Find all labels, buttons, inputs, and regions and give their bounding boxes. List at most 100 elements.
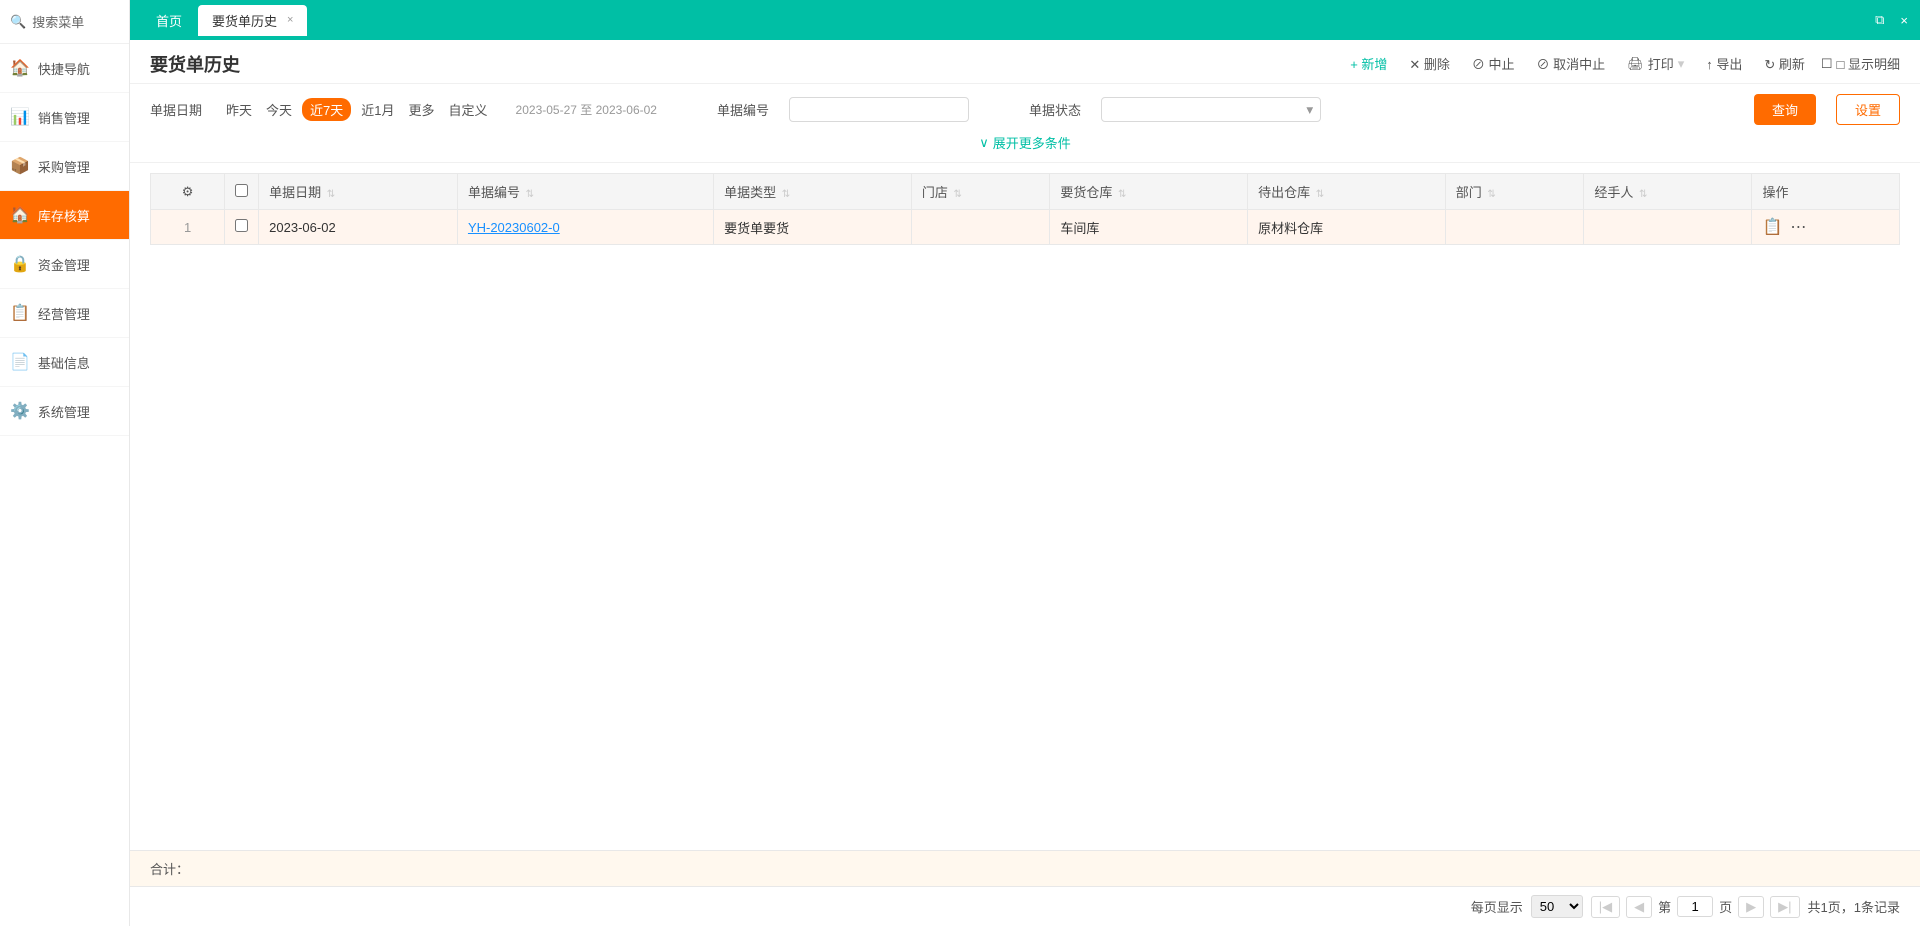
date-opt-custom[interactable]: 自定义 <box>445 98 492 121</box>
row-action: 📋 ⋯ <box>1752 210 1900 245</box>
date-opt-today[interactable]: 今天 <box>262 98 296 121</box>
th-date[interactable]: 单据日期 ⇅ <box>259 174 458 210</box>
delete-button[interactable]: ✕ 删除 <box>1403 50 1456 77</box>
first-page-button[interactable]: |◀ <box>1591 896 1620 918</box>
date-opt-7days[interactable]: 近7天 <box>302 98 351 121</box>
sidebar-item-label: 系统管理 <box>38 402 90 421</box>
date-filter-label: 单据日期 <box>150 100 202 119</box>
total-label: 合计： <box>150 862 189 877</box>
doc-icon: 📄 <box>10 352 30 372</box>
close-button[interactable]: × <box>1900 13 1908 28</box>
page-number-input[interactable] <box>1677 896 1713 917</box>
row-edit-icon[interactable]: 📋 <box>1762 217 1782 237</box>
inventory-icon: 🏠 <box>10 205 30 225</box>
date-options: 昨天 今天 近7天 近1月 更多 自定义 <box>222 98 492 121</box>
tab-history-label: 要货单历史 <box>212 11 277 30</box>
sidebar-item-system[interactable]: ⚙️ 系统管理 <box>0 387 129 436</box>
row-number: YH-20230602-0 <box>457 210 713 245</box>
table-container: ⚙ 单据日期 ⇅ 单据编号 ⇅ 单据类型 ⇅ 门店 ⇅ 要货仓库 ⇅ 待出仓库 … <box>130 163 1920 850</box>
settings-button[interactable]: 设置 <box>1836 94 1900 125</box>
sidebar-item-quick-nav[interactable]: 🏠 快捷导航 <box>0 44 129 93</box>
row-req-warehouse: 车间库 <box>1050 210 1248 245</box>
status-select-wrap: ▾ <box>1101 97 1321 122</box>
filter-row-1: 单据日期 昨天 今天 近7天 近1月 更多 自定义 2023-05-27 至 2… <box>150 94 1900 125</box>
prev-page-button[interactable]: ◀ <box>1626 896 1652 918</box>
table-footer: 合计： <box>130 850 1920 886</box>
filter-bar: 单据日期 昨天 今天 近7天 近1月 更多 自定义 2023-05-27 至 2… <box>130 84 1920 163</box>
row-more-icon[interactable]: ⋯ <box>1790 217 1806 237</box>
tab-history-close[interactable]: × <box>287 14 293 26</box>
row-checkbox-cell <box>225 210 259 245</box>
status-select[interactable] <box>1101 97 1321 122</box>
tab-history[interactable]: 要货单历史 × <box>198 5 307 36</box>
sidebar-item-sales[interactable]: 📊 销售管理 <box>0 93 129 142</box>
page-nav: |◀ ◀ 第 页 ▶ ▶| <box>1591 896 1800 918</box>
print-button[interactable]: 🖨 🖨 打印 打印 ▾ <box>1621 50 1690 77</box>
expand-more[interactable]: ∨ 展开更多条件 <box>150 133 1900 152</box>
date-range-display: 2023-05-27 至 2023-06-02 <box>516 101 657 118</box>
print-icon: 🖨 <box>1627 56 1644 72</box>
gear-icon: ⚙️ <box>10 401 30 421</box>
restore-button[interactable]: ⧉ <box>1875 12 1884 28</box>
next-page-button[interactable]: ▶ <box>1738 896 1764 918</box>
row-department <box>1445 210 1584 245</box>
th-number[interactable]: 单据编号 ⇅ <box>457 174 713 210</box>
select-all-checkbox[interactable] <box>235 184 248 197</box>
sidebar-item-basic[interactable]: 📄 基础信息 <box>0 338 129 387</box>
show-detail-label: □ 显示明细 <box>1837 54 1900 73</box>
row-type: 要货单要货 <box>714 210 912 245</box>
th-type[interactable]: 单据类型 ⇅ <box>714 174 912 210</box>
sidebar-item-inventory[interactable]: 🏠 库存核算 <box>0 191 129 240</box>
sidebar-item-label: 经营管理 <box>38 304 90 323</box>
doc-number-input[interactable] <box>789 97 969 122</box>
row-settings: 1 <box>151 210 225 245</box>
last-page-button[interactable]: ▶| <box>1770 896 1799 918</box>
th-settings[interactable]: ⚙ <box>151 174 225 210</box>
sidebar-item-purchase[interactable]: 📦 采购管理 <box>0 142 129 191</box>
main-area: 首页 要货单历史 × ⧉ × 要货单历史 + 新增 ✕ 删除 ⊘ 中止 ⊘ 取消… <box>130 0 1920 926</box>
page-header: 要货单历史 + 新增 ✕ 删除 ⊘ 中止 ⊘ 取消中止 🖨 🖨 打印 打印 ▾ … <box>130 40 1920 84</box>
stop-button[interactable]: ⊘ 中止 <box>1466 50 1521 77</box>
row-checkbox[interactable] <box>235 219 248 232</box>
show-detail-button[interactable]: ☐ □ 显示明细 <box>1821 54 1900 73</box>
refresh-button[interactable]: ↻ 刷新 <box>1758 50 1811 77</box>
row-number-link[interactable]: YH-20230602-0 <box>468 220 560 235</box>
cancel-stop-button[interactable]: ⊘ 取消中止 <box>1531 50 1612 77</box>
sidebar-item-label: 库存核算 <box>38 206 90 225</box>
row-date: 2023-06-02 <box>259 210 458 245</box>
th-pending-warehouse[interactable]: 待出仓库 ⇅ <box>1248 174 1446 210</box>
sidebar-item-label: 快捷导航 <box>38 59 90 78</box>
page-label-pre: 第 <box>1658 897 1671 916</box>
row-handler <box>1584 210 1752 245</box>
export-button[interactable]: ↑ 导出 <box>1700 50 1748 77</box>
box-icon: 📦 <box>10 156 30 176</box>
sidebar: 🔍 搜索菜单 🏠 快捷导航 📊 销售管理 📦 采购管理 🏠 库存核算 🔒 资金管… <box>0 0 130 926</box>
date-opt-more[interactable]: 更多 <box>405 98 439 121</box>
th-req-warehouse[interactable]: 要货仓库 ⇅ <box>1050 174 1248 210</box>
sidebar-item-finance[interactable]: 🔒 资金管理 <box>0 240 129 289</box>
page-label: 页 <box>1719 897 1732 916</box>
expand-more-label: 展开更多条件 <box>993 133 1071 152</box>
chart-icon: 📊 <box>10 107 30 127</box>
th-department[interactable]: 部门 ⇅ <box>1445 174 1584 210</box>
date-opt-yesterday[interactable]: 昨天 <box>222 98 256 121</box>
date-opt-1month[interactable]: 近1月 <box>357 98 398 121</box>
table-row: 1 2023-06-02 YH-20230602-0 要货单要货 车间库 原材料… <box>151 210 1900 245</box>
th-store[interactable]: 门店 ⇅ <box>911 174 1050 210</box>
tab-home[interactable]: 首页 <box>142 5 196 36</box>
data-table: ⚙ 单据日期 ⇅ 单据编号 ⇅ 单据类型 ⇅ 门店 ⇅ 要货仓库 ⇅ 待出仓库 … <box>150 173 1900 245</box>
home-icon: 🏠 <box>10 58 30 78</box>
th-handler[interactable]: 经手人 ⇅ <box>1584 174 1752 210</box>
pagination-bar: 每页显示 20 50 100 |◀ ◀ 第 页 ▶ ▶| 共1页，1条记录 <box>130 886 1920 926</box>
page-size-select[interactable]: 20 50 100 <box>1531 895 1583 918</box>
add-button[interactable]: + 新增 <box>1344 50 1393 77</box>
status-label: 单据状态 <box>1029 100 1081 119</box>
sidebar-item-operation[interactable]: 📋 经营管理 <box>0 289 129 338</box>
operation-icon: 📋 <box>10 303 30 323</box>
sidebar-item-label: 销售管理 <box>38 108 90 127</box>
content-area: 要货单历史 + 新增 ✕ 删除 ⊘ 中止 ⊘ 取消中止 🖨 🖨 打印 打印 ▾ … <box>130 40 1920 926</box>
toolbar: + 新增 ✕ 删除 ⊘ 中止 ⊘ 取消中止 🖨 🖨 打印 打印 ▾ ↑ 导出 ↻… <box>1344 50 1900 77</box>
sidebar-search[interactable]: 🔍 搜索菜单 <box>0 0 129 44</box>
query-button[interactable]: 查询 <box>1754 94 1816 125</box>
row-store <box>911 210 1050 245</box>
